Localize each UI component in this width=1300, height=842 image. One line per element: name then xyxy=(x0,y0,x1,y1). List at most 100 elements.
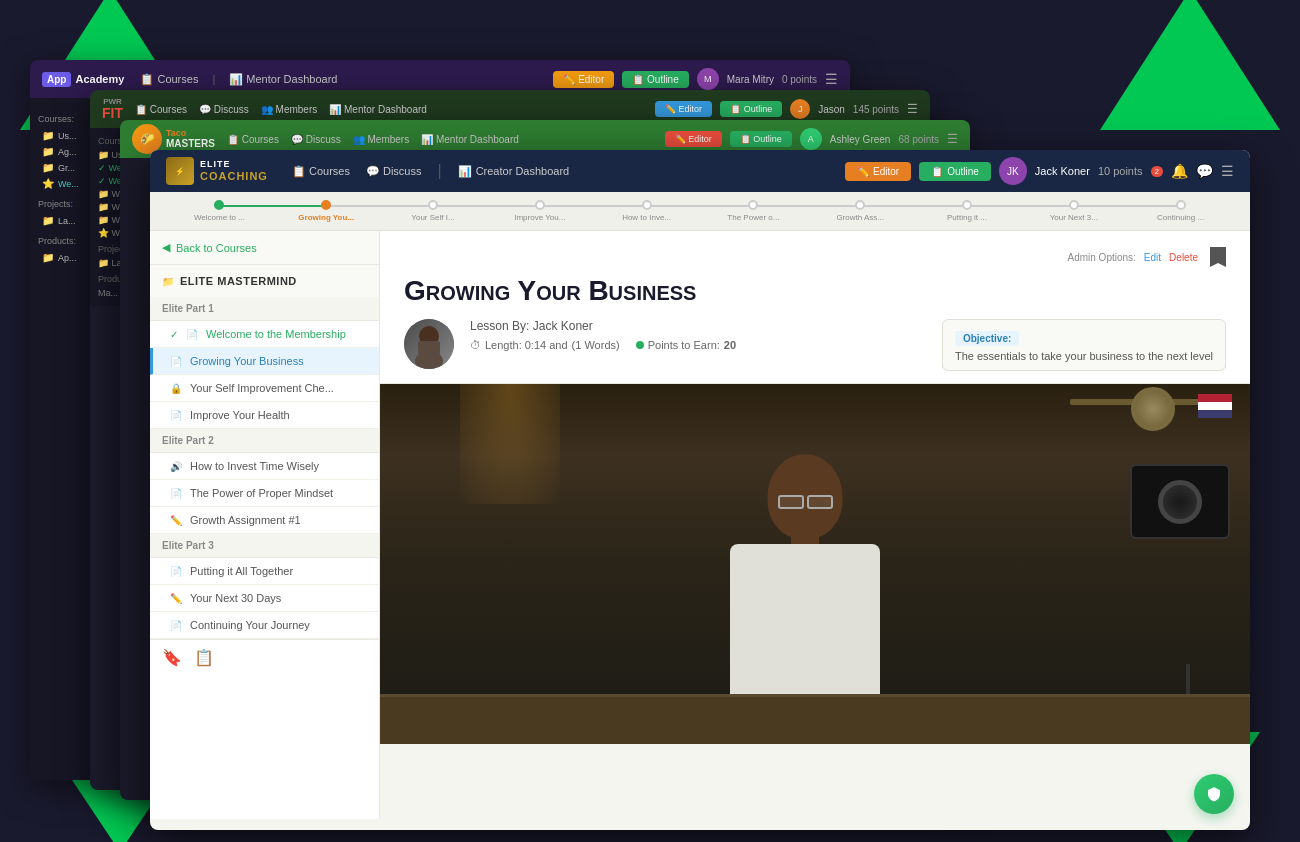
bookmark-icon[interactable] xyxy=(1210,247,1226,267)
video-background xyxy=(380,384,1250,744)
page-icon: 📄 xyxy=(170,356,182,367)
outline-button[interactable]: 📋 Outline xyxy=(919,162,991,181)
bookmark-button[interactable]: 🔖 xyxy=(162,648,182,667)
elite-nav-links: 📋 Courses 💬 Discuss | 📊 Creator Dashboar… xyxy=(292,162,569,180)
editor-button[interactable]: ✏️ Editor xyxy=(845,162,911,181)
lesson-title: Welcome to the Membership xyxy=(206,328,346,340)
lesson-putting-together[interactable]: 📄 Putting it All Together xyxy=(150,558,379,585)
bell-icon[interactable]: 🔔 xyxy=(1171,163,1188,179)
back-to-courses-btn[interactable]: ◀ Back to Courses xyxy=(150,231,379,265)
user-name: Jason xyxy=(818,104,845,115)
admin-edit-link[interactable]: Edit xyxy=(1144,252,1161,263)
video-container[interactable] xyxy=(380,384,1250,744)
step-line-9 xyxy=(1074,205,1181,207)
glasses-right xyxy=(807,495,833,509)
lesson-next-30-days[interactable]: ✏️ Your Next 30 Days xyxy=(150,585,379,612)
nav-members[interactable]: 👥 Members xyxy=(353,134,409,145)
step-dot-8 xyxy=(962,200,972,210)
lesson-title: Your Self Improvement Che... xyxy=(190,382,334,394)
outline-icon: 📋 xyxy=(931,166,943,177)
nav-discuss[interactable]: 💬 Discuss xyxy=(366,165,422,178)
editor-icon: ✏️ xyxy=(857,166,869,177)
lesson-continuing[interactable]: 📄 Continuing Your Journey xyxy=(150,612,379,639)
page-icon: 📄 xyxy=(170,566,182,577)
notification-badge[interactable]: 2 xyxy=(1151,166,1163,177)
points-detail: Points to Earn: 20 xyxy=(636,339,736,351)
lesson-self-improvement[interactable]: 🔒 Your Self Improvement Che... xyxy=(150,375,379,402)
back-label: Back to Courses xyxy=(176,242,257,254)
menu-icon[interactable]: ☰ xyxy=(825,71,838,87)
step-dot-6 xyxy=(748,200,758,210)
note-button[interactable]: 📋 xyxy=(194,648,214,667)
editor-button[interactable]: ✏️ Editor xyxy=(553,71,614,88)
nav-creator-dashboard[interactable]: 📊 Creator Dashboard xyxy=(458,165,570,178)
step-label-1: Welcome to ... xyxy=(194,213,245,222)
nav-members[interactable]: 👥 Members xyxy=(261,104,317,115)
nav-mentor[interactable]: 📊 Mentor Dashboard xyxy=(329,104,427,115)
lesson-invest-time[interactable]: 🔊 How to Invest Time Wisely xyxy=(150,453,379,480)
menu-icon[interactable]: ☰ xyxy=(947,132,958,146)
outline-btn[interactable]: 📋 Outline xyxy=(720,101,782,117)
nav-courses[interactable]: 📋 Courses xyxy=(227,134,279,145)
menu-icon[interactable]: ☰ xyxy=(1221,163,1234,179)
objective-header: Objective: xyxy=(955,331,1019,346)
lesson-growth-assignment[interactable]: ✏️ Growth Assignment #1 xyxy=(150,507,379,534)
course-title-icon: 📁 xyxy=(162,276,174,287)
nav-mentor-link[interactable]: 📊 Mentor Dashboard xyxy=(229,73,337,86)
progress-step-10[interactable]: Continuing ... xyxy=(1127,200,1234,222)
lesson-welcome[interactable]: ✓ 📄 Welcome to the Membership xyxy=(150,321,379,348)
nav-courses-link[interactable]: 📋 Courses xyxy=(140,73,198,86)
user-avatar: JK xyxy=(999,157,1027,185)
admin-options: Admin Options: Edit Delete xyxy=(404,247,1226,267)
progress-step-6[interactable]: The Power o... xyxy=(700,200,807,222)
words-text: (1 Words) xyxy=(572,339,620,351)
scene-flag xyxy=(1198,394,1232,418)
green-circle-button[interactable] xyxy=(1194,774,1234,814)
nav-mentor[interactable]: 📊 Mentor Dashboard xyxy=(421,134,519,145)
objective-text: The essentials to take your business to … xyxy=(955,350,1213,362)
progress-step-4[interactable]: Improve You... xyxy=(486,200,593,222)
appacademy-logo: App Academy xyxy=(42,72,124,87)
outline-button[interactable]: 📋 Outline xyxy=(622,71,688,88)
page-icon: 📄 xyxy=(186,329,198,340)
step-line-5 xyxy=(647,205,754,207)
person-head xyxy=(768,454,843,539)
admin-delete-link[interactable]: Delete xyxy=(1169,252,1198,263)
progress-step-5[interactable]: How to Inve... xyxy=(593,200,700,222)
progress-step-3[interactable]: Your Self I... xyxy=(380,200,487,222)
lesson-growing[interactable]: 📄 Growing Your Business xyxy=(150,348,379,375)
progress-step-2[interactable]: Growing You... xyxy=(273,200,380,222)
step-label-6: The Power o... xyxy=(727,213,779,222)
progress-step-8[interactable]: Putting it ... xyxy=(914,200,1021,222)
progress-step-1[interactable]: Welcome to ... xyxy=(166,200,273,222)
user-name: Ashley Green xyxy=(830,134,891,145)
elite-logo: ⚡ ELITE COACHING xyxy=(166,157,268,185)
nav-discuss[interactable]: 💬 Discuss xyxy=(199,104,249,115)
nav-discuss[interactable]: 💬 Discuss xyxy=(291,134,341,145)
nav-courses[interactable]: 📋 Courses xyxy=(292,165,350,178)
sidebar-bottom: 🔖 📋 xyxy=(150,639,379,675)
editor-btn[interactable]: ✏️ Editor xyxy=(665,131,722,147)
elite-navbar: ⚡ ELITE COACHING 📋 Courses 💬 Discuss | 📊… xyxy=(150,150,1250,192)
step-label-7: Growth Ass... xyxy=(836,213,884,222)
menu-icon[interactable]: ☰ xyxy=(907,102,918,116)
lesson-health[interactable]: 📄 Improve Your Health xyxy=(150,402,379,429)
lesson-mindset[interactable]: 📄 The Power of Proper Mindset xyxy=(150,480,379,507)
editor-btn[interactable]: ✏️ Editor xyxy=(655,101,712,117)
elite-logo-icon: ⚡ xyxy=(166,157,194,185)
nav-courses[interactable]: 📋 Courses xyxy=(135,104,187,115)
outline-btn[interactable]: 📋 Outline xyxy=(730,131,792,147)
step-line-1 xyxy=(219,205,326,207)
chat-icon[interactable]: 💬 xyxy=(1196,163,1213,179)
progress-step-7[interactable]: Growth Ass... xyxy=(807,200,914,222)
progress-step-9[interactable]: Your Next 3... xyxy=(1020,200,1127,222)
page-icon: 📄 xyxy=(170,410,182,421)
step-line-2 xyxy=(326,205,433,207)
audio-icon: 🔊 xyxy=(170,461,182,472)
fit-text: FIT xyxy=(102,106,123,120)
instructor-avatar xyxy=(404,319,454,369)
lock-icon: 🔒 xyxy=(170,383,182,394)
user-name: Mara Mitry xyxy=(727,74,774,85)
step-dot-9 xyxy=(1069,200,1079,210)
editor-label: Editor xyxy=(873,166,899,177)
